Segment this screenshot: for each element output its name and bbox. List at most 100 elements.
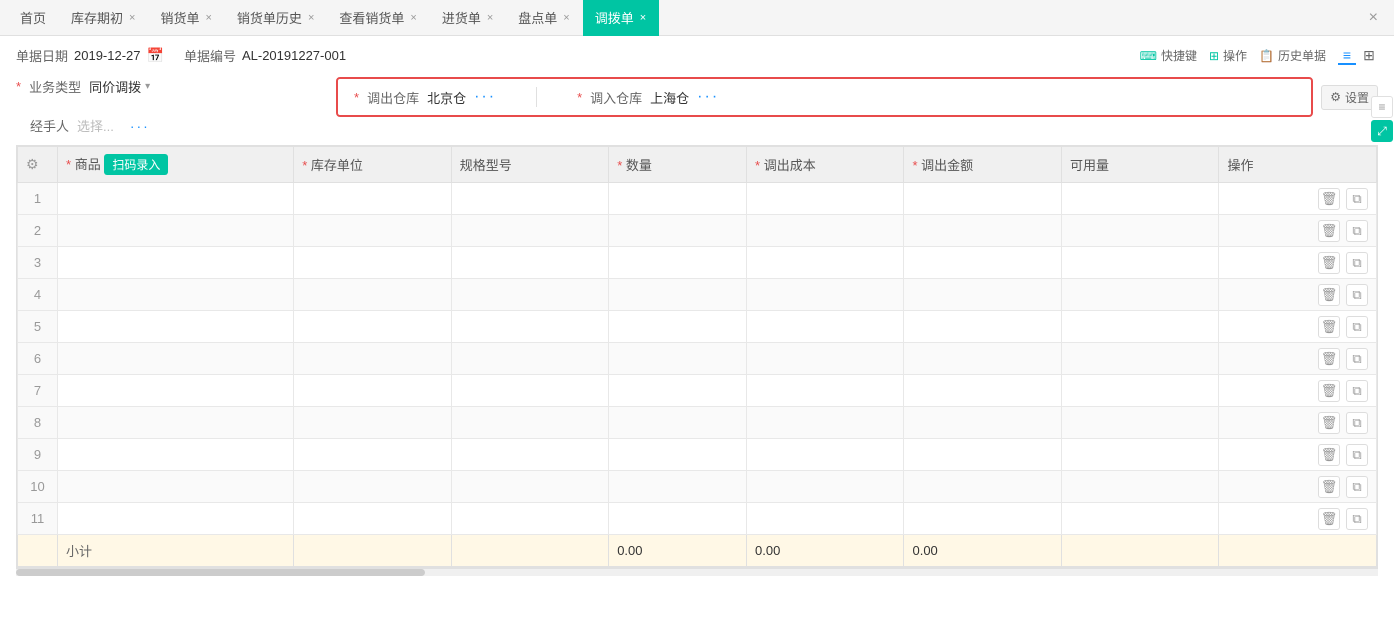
- row-11-spec[interactable]: [451, 503, 608, 535]
- row-1-spec[interactable]: [451, 183, 608, 215]
- row-3-qty[interactable]: [609, 247, 747, 279]
- row-7-qty[interactable]: [609, 375, 747, 407]
- row-6-qty[interactable]: [609, 343, 747, 375]
- bottom-scrollbar[interactable]: [16, 568, 1378, 576]
- row-7-spec[interactable]: [451, 375, 608, 407]
- tab-sales[interactable]: 销货单 ×: [148, 0, 224, 36]
- row-6-amount[interactable]: [904, 343, 1061, 375]
- calendar-icon[interactable]: 📅: [147, 47, 164, 64]
- row-2-copy-btn[interactable]: ⧉: [1346, 220, 1368, 242]
- row-5-amount[interactable]: [904, 311, 1061, 343]
- row-8-cost[interactable]: [747, 407, 904, 439]
- business-type-dropdown-arrow[interactable]: ▾: [145, 81, 150, 92]
- row-1-amount[interactable]: [904, 183, 1061, 215]
- row-8-spec[interactable]: [451, 407, 608, 439]
- row-10-qty[interactable]: [609, 471, 747, 503]
- row-8-delete-btn[interactable]: 🗑: [1318, 412, 1340, 434]
- row-11-available[interactable]: [1061, 503, 1218, 535]
- tab-sales-history[interactable]: 销货单历史 ×: [225, 0, 327, 36]
- tab-inventory[interactable]: 盘点单 ×: [506, 0, 582, 36]
- row-8-unit[interactable]: [294, 407, 451, 439]
- row-7-delete-btn[interactable]: 🗑: [1318, 380, 1340, 402]
- row-4-available[interactable]: [1061, 279, 1218, 311]
- row-6-spec[interactable]: [451, 343, 608, 375]
- row-1-available[interactable]: [1061, 183, 1218, 215]
- row-11-copy-btn[interactable]: ⧉: [1346, 508, 1368, 530]
- sidebar-expand-icon[interactable]: ⤢: [1371, 120, 1393, 142]
- row-10-product[interactable]: [58, 471, 294, 503]
- row-9-unit[interactable]: [294, 439, 451, 471]
- row-10-spec[interactable]: [451, 471, 608, 503]
- row-10-available[interactable]: [1061, 471, 1218, 503]
- row-1-delete-btn[interactable]: 🗑: [1318, 188, 1340, 210]
- row-3-unit[interactable]: [294, 247, 451, 279]
- business-type-select[interactable]: 同价调拨 ▾: [89, 77, 249, 96]
- row-10-cost[interactable]: [747, 471, 904, 503]
- tab-inventory-close[interactable]: ×: [563, 12, 569, 24]
- row-9-delete-btn[interactable]: 🗑: [1318, 444, 1340, 466]
- row-9-amount[interactable]: [904, 439, 1061, 471]
- out-warehouse-more-btn[interactable]: ···: [474, 88, 496, 106]
- scan-button[interactable]: 扫码录入: [104, 154, 168, 175]
- row-5-unit[interactable]: [294, 311, 451, 343]
- row-6-cost[interactable]: [747, 343, 904, 375]
- row-5-product[interactable]: [58, 311, 294, 343]
- person-select[interactable]: 选择...: [77, 116, 114, 135]
- row-3-cost[interactable]: [747, 247, 904, 279]
- row-4-cost[interactable]: [747, 279, 904, 311]
- row-1-qty[interactable]: [609, 183, 747, 215]
- row-7-cost[interactable]: [747, 375, 904, 407]
- row-3-amount[interactable]: [904, 247, 1061, 279]
- row-3-available[interactable]: [1061, 247, 1218, 279]
- row-8-product[interactable]: [58, 407, 294, 439]
- tab-sales-close[interactable]: ×: [205, 12, 211, 24]
- person-more-btn[interactable]: ···: [130, 118, 150, 134]
- tab-purchase-close[interactable]: ×: [487, 12, 493, 24]
- row-9-spec[interactable]: [451, 439, 608, 471]
- date-value[interactable]: 2019-12-27: [74, 48, 141, 63]
- row-4-qty[interactable]: [609, 279, 747, 311]
- row-7-amount[interactable]: [904, 375, 1061, 407]
- row-5-spec[interactable]: [451, 311, 608, 343]
- tab-transfer[interactable]: 调拨单 ×: [583, 0, 659, 36]
- row-11-amount[interactable]: [904, 503, 1061, 535]
- row-6-copy-btn[interactable]: ⧉: [1346, 348, 1368, 370]
- row-4-spec[interactable]: [451, 279, 608, 311]
- row-9-product[interactable]: [58, 439, 294, 471]
- row-2-cost[interactable]: [747, 215, 904, 247]
- row-5-cost[interactable]: [747, 311, 904, 343]
- history-action[interactable]: 📋 历史单据: [1259, 47, 1326, 64]
- layout-list-icon[interactable]: ≡: [1338, 47, 1356, 65]
- row-5-delete-btn[interactable]: 🗑: [1318, 316, 1340, 338]
- row-10-delete-btn[interactable]: 🗑: [1318, 476, 1340, 498]
- row-10-amount[interactable]: [904, 471, 1061, 503]
- row-4-amount[interactable]: [904, 279, 1061, 311]
- row-9-cost[interactable]: [747, 439, 904, 471]
- row-6-unit[interactable]: [294, 343, 451, 375]
- row-8-amount[interactable]: [904, 407, 1061, 439]
- row-6-delete-btn[interactable]: 🗑: [1318, 348, 1340, 370]
- row-1-cost[interactable]: [747, 183, 904, 215]
- tab-view-sales[interactable]: 查看销货单 ×: [327, 0, 429, 36]
- row-7-available[interactable]: [1061, 375, 1218, 407]
- table-gear-icon[interactable]: ⚙: [26, 156, 39, 172]
- operation-action[interactable]: ⊞ 操作: [1209, 47, 1247, 64]
- row-4-product[interactable]: [58, 279, 294, 311]
- row-7-copy-btn[interactable]: ⧉: [1346, 380, 1368, 402]
- row-6-available[interactable]: [1061, 343, 1218, 375]
- row-1-copy-btn[interactable]: ⧉: [1346, 188, 1368, 210]
- row-7-unit[interactable]: [294, 375, 451, 407]
- row-5-available[interactable]: [1061, 311, 1218, 343]
- row-5-qty[interactable]: [609, 311, 747, 343]
- row-6-product[interactable]: [58, 343, 294, 375]
- row-8-qty[interactable]: [609, 407, 747, 439]
- row-5-copy-btn[interactable]: ⧉: [1346, 316, 1368, 338]
- row-1-product[interactable]: [58, 183, 294, 215]
- tab-sales-history-close[interactable]: ×: [308, 12, 314, 24]
- in-warehouse-more-btn[interactable]: ···: [697, 88, 719, 106]
- row-2-unit[interactable]: [294, 215, 451, 247]
- row-3-product[interactable]: [58, 247, 294, 279]
- row-2-delete-btn[interactable]: 🗑: [1318, 220, 1340, 242]
- row-10-unit[interactable]: [294, 471, 451, 503]
- row-2-available[interactable]: [1061, 215, 1218, 247]
